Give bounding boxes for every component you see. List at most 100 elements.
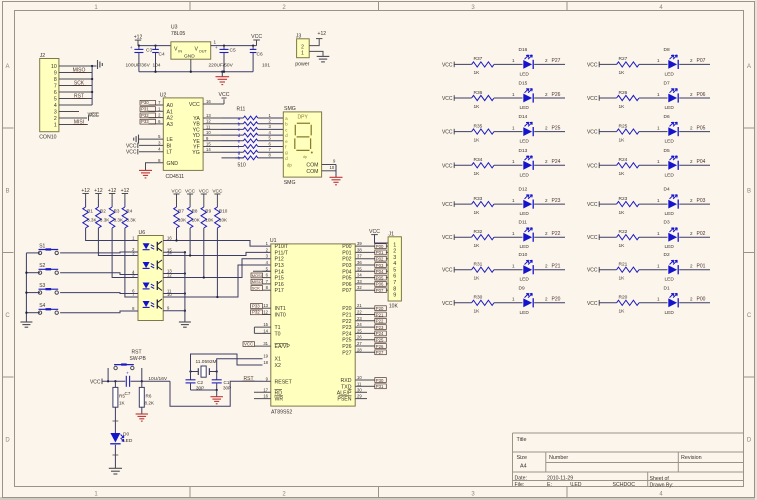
svg-text:R23: R23 (619, 196, 628, 202)
svg-text:D0: D0 (123, 432, 129, 438)
svg-text:33: 33 (357, 279, 362, 284)
svg-text:LED: LED (520, 71, 530, 77)
svg-text:P07: P07 (697, 58, 706, 64)
svg-text:2: 2 (690, 297, 693, 302)
svg-text:P20: P20 (342, 306, 351, 312)
svg-text:11.0592M: 11.0592M (196, 359, 217, 365)
svg-text:LED: LED (665, 172, 675, 178)
svg-text:+12: +12 (318, 31, 327, 37)
svg-text:e: e (238, 140, 241, 145)
svg-text:2: 2 (690, 264, 693, 269)
svg-text:E:: E: (547, 482, 552, 488)
svg-text:COM: COM (306, 169, 318, 175)
svg-text:P30: P30 (376, 378, 384, 383)
svg-text:4: 4 (393, 261, 396, 267)
svg-text:P04: P04 (376, 269, 384, 274)
svg-text:1K: 1K (619, 276, 626, 282)
svg-text:P20: P20 (552, 297, 561, 303)
svg-text:P25: P25 (552, 125, 561, 131)
svg-text:LED: LED (520, 105, 530, 111)
svg-text:P21: P21 (342, 313, 351, 319)
svg-text:VCC: VCC (587, 301, 598, 307)
svg-text:VCC: VCC (587, 163, 598, 169)
svg-text:P21: P21 (552, 264, 561, 270)
svg-text:+12: +12 (94, 188, 103, 194)
svg-text:R7: R7 (178, 209, 184, 214)
svg-text:VCC: VCC (587, 96, 598, 102)
svg-text:10: 10 (206, 130, 211, 135)
svg-text:P07: P07 (376, 288, 384, 293)
svg-text:P05: P05 (376, 275, 384, 280)
svg-text:P00: P00 (376, 244, 384, 249)
svg-text:35: 35 (357, 266, 362, 271)
svg-text:510: 510 (238, 163, 247, 169)
svg-text:D11: D11 (519, 220, 528, 226)
svg-text:10K: 10K (205, 218, 214, 223)
svg-text:104: 104 (153, 62, 161, 68)
svg-text:P06: P06 (697, 92, 706, 98)
svg-text:P04: P04 (342, 269, 351, 275)
svg-text:P12: P12 (275, 257, 284, 263)
svg-text:15: 15 (206, 142, 211, 147)
svg-text:LED: LED (665, 71, 675, 77)
svg-text:1K: 1K (619, 210, 626, 216)
svg-text:2: 2 (690, 231, 693, 236)
svg-text:Revision: Revision (681, 455, 702, 461)
svg-text:38: 38 (357, 247, 362, 252)
svg-text:3.3K: 3.3K (87, 218, 97, 223)
svg-text:LED: LED (520, 277, 530, 283)
svg-text:8: 8 (54, 77, 57, 83)
svg-text:D13: D13 (519, 148, 528, 154)
svg-text:1K: 1K (474, 104, 481, 110)
svg-text:9: 9 (393, 293, 396, 299)
svg-text:R2: R2 (100, 209, 106, 214)
svg-text:C5: C5 (230, 48, 236, 54)
svg-text:D12: D12 (519, 187, 528, 193)
svg-text:LED: LED (665, 139, 675, 145)
svg-text:VCC: VCC (244, 342, 253, 347)
svg-text:T0: T0 (275, 331, 281, 337)
svg-text:1K: 1K (619, 309, 626, 315)
svg-text:1: 1 (657, 297, 660, 302)
svg-text:1: 1 (512, 159, 515, 164)
svg-text:b: b (238, 122, 241, 128)
svg-text:J1: J1 (389, 231, 395, 237)
svg-text:P25: P25 (342, 338, 351, 344)
svg-text:2: 2 (301, 44, 304, 50)
svg-text:P32: P32 (141, 113, 149, 118)
svg-text:D10: D10 (519, 252, 528, 258)
svg-text:P03: P03 (697, 198, 706, 204)
svg-text:INT1: INT1 (275, 306, 286, 312)
svg-text:D3: D3 (664, 220, 670, 226)
svg-text:S3: S3 (39, 283, 45, 289)
svg-text:1: 1 (657, 58, 660, 63)
svg-text:13: 13 (263, 303, 268, 308)
svg-text:2: 2 (690, 159, 693, 164)
svg-text:26: 26 (357, 335, 362, 340)
svg-text:R36: R36 (474, 90, 483, 96)
svg-text:5: 5 (393, 267, 396, 273)
svg-text:B: B (747, 189, 751, 195)
svg-text:CON10: CON10 (39, 135, 56, 141)
svg-text:PSEN: PSEN (337, 397, 351, 403)
svg-text:P05: P05 (342, 276, 351, 282)
svg-text:1: 1 (657, 159, 660, 164)
svg-text:X2: X2 (275, 363, 281, 369)
svg-text:1K: 1K (474, 137, 481, 143)
svg-text:3.3K: 3.3K (126, 218, 136, 223)
svg-text:P05: P05 (697, 125, 706, 131)
svg-text:C1: C1 (224, 380, 230, 385)
svg-text:LED: LED (520, 172, 530, 178)
svg-text:SCHDOC: SCHDOC (613, 482, 636, 488)
svg-text:9: 9 (54, 71, 57, 77)
svg-text:C6: C6 (257, 52, 263, 58)
svg-text:14: 14 (263, 328, 268, 333)
svg-text:3.3K: 3.3K (114, 218, 124, 223)
svg-text:5: 5 (54, 97, 57, 103)
svg-text:VCC: VCC (171, 188, 182, 194)
svg-text:VCC: VCC (587, 268, 598, 274)
svg-text:VCC: VCC (219, 92, 230, 98)
svg-text:P00: P00 (342, 244, 351, 250)
svg-text:2: 2 (545, 231, 548, 236)
svg-text:P24: P24 (552, 159, 561, 165)
